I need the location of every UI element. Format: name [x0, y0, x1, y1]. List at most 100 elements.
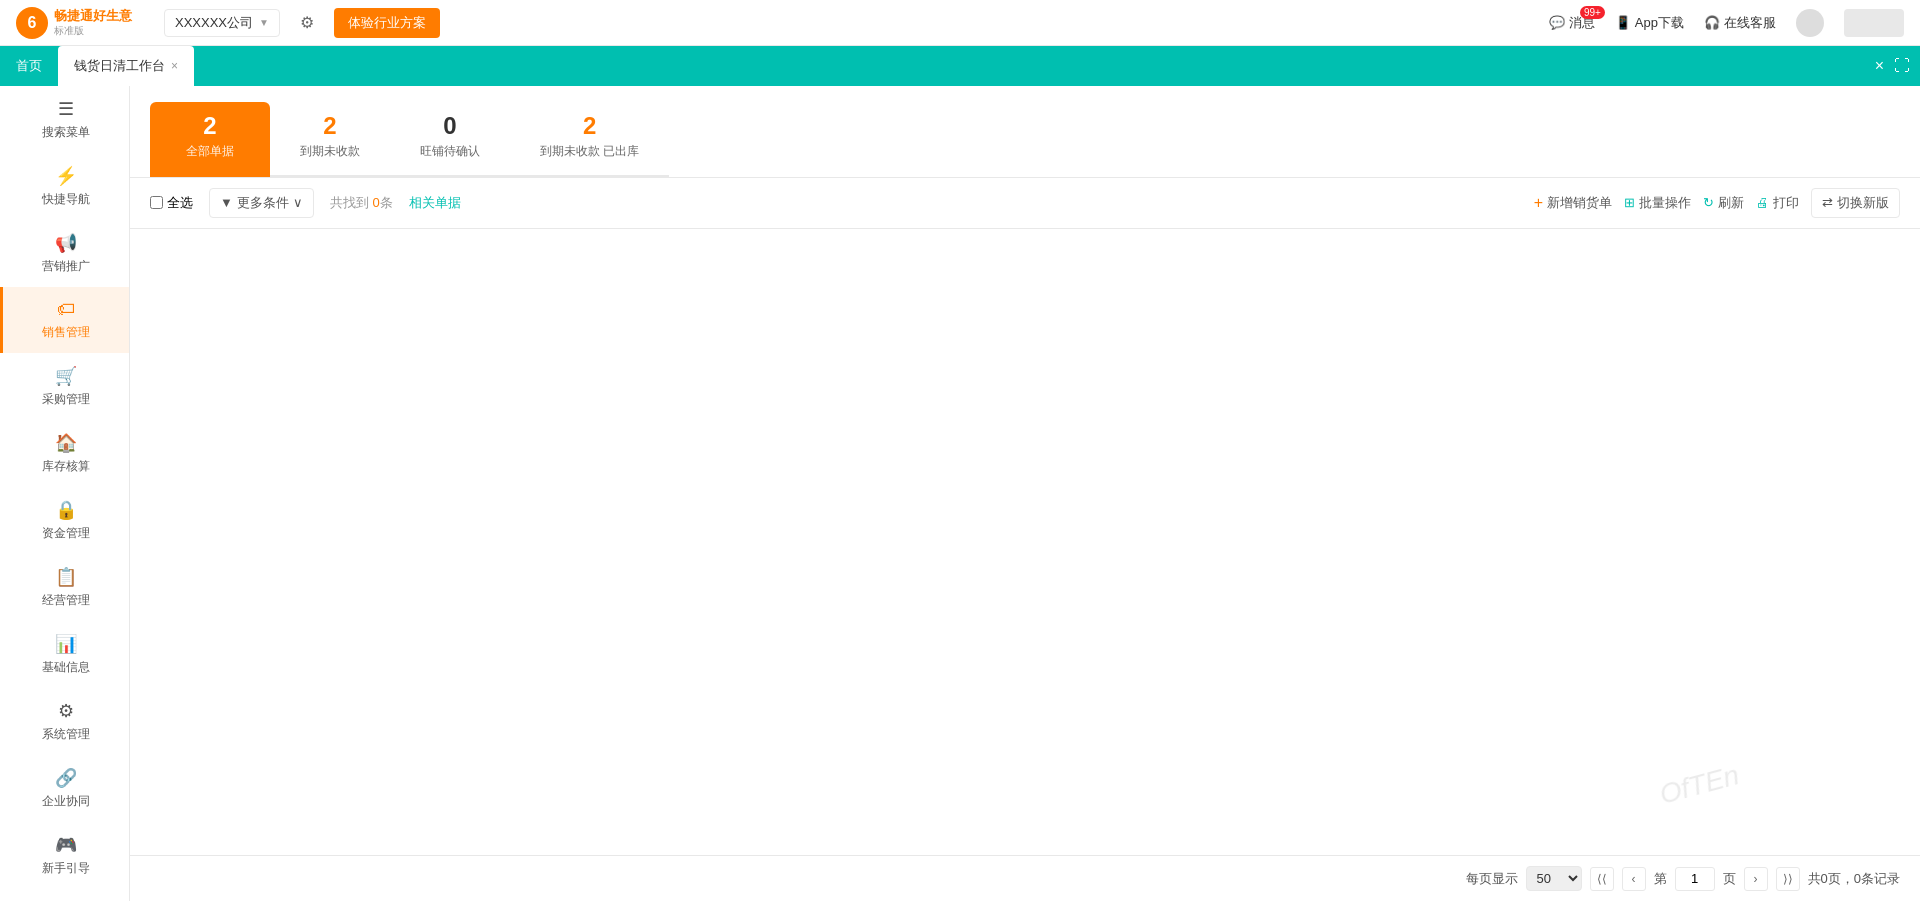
- page-suffix: 页: [1723, 870, 1736, 888]
- sidebar-item-operations[interactable]: 📋 经营管理: [0, 554, 129, 621]
- sidebar-item-marketing[interactable]: 📢 营销推广: [0, 220, 129, 287]
- sidebar-item-beginner[interactable]: 🎮 新手引导: [0, 822, 129, 889]
- tab-close-icon[interactable]: ×: [171, 59, 178, 73]
- sidebar-item-label: 库存核算: [42, 458, 90, 475]
- status-card-pending[interactable]: 0 旺铺待确认: [390, 102, 510, 177]
- service-icon: 🎧: [1704, 15, 1720, 30]
- filter-icon: ▼: [220, 195, 233, 210]
- user-area: [1844, 9, 1904, 37]
- sidebar-item-label: 销售管理: [42, 324, 90, 341]
- sidebar-item-sales[interactable]: 🏷 销售管理: [0, 287, 129, 353]
- download-icon: 📱: [1615, 15, 1631, 30]
- sidebar-item-inventory[interactable]: 🏠 库存核算: [0, 420, 129, 487]
- refresh-button[interactable]: ↻ 刷新: [1703, 194, 1744, 212]
- found-text: 共找到 0条: [330, 194, 393, 212]
- batch-icon: ⊞: [1624, 195, 1635, 210]
- table-area: [130, 229, 1920, 855]
- main-layout: ☰ 搜索菜单 ⚡ 快捷导航 📢 营销推广 🏷 销售管理 🛒 采购管理 🏠 库存核…: [0, 86, 1920, 901]
- basic-info-icon: 📊: [55, 633, 77, 655]
- message-badge: 99+: [1580, 6, 1605, 19]
- logo-sub: 标准版: [54, 24, 132, 37]
- header-left: 6 畅捷通好生意 标准版 XXXXXX公司 ▼ ⚙ 体验行业方案: [16, 7, 440, 39]
- first-page-button[interactable]: ⟨⟨: [1590, 867, 1614, 891]
- message-button[interactable]: 💬 消息 99+: [1549, 14, 1595, 32]
- tab-expand-button[interactable]: ⛶: [1894, 57, 1910, 75]
- per-page-label: 每页显示: [1466, 870, 1518, 888]
- status-count-overdue-shipped: 2: [540, 112, 639, 141]
- status-label-pending: 旺铺待确认: [420, 143, 480, 160]
- select-all-checkbox[interactable]: 全选: [150, 194, 193, 212]
- online-service-label: 在线客服: [1724, 14, 1776, 32]
- status-card-overdue[interactable]: 2 到期未收款: [270, 102, 390, 177]
- sidebar-item-quick-nav[interactable]: ⚡ 快捷导航: [0, 153, 129, 220]
- status-card-overdue-shipped[interactable]: 2 到期未收款 已出库: [510, 102, 669, 177]
- marketing-icon: 📢: [55, 232, 77, 254]
- select-all-input[interactable]: [150, 196, 163, 209]
- batch-button[interactable]: ⊞ 批量操作: [1624, 194, 1691, 212]
- sidebar-item-enterprise[interactable]: 🔗 企业协同: [0, 755, 129, 822]
- found-prefix: 共找到: [330, 195, 369, 210]
- company-selector[interactable]: XXXXXX公司 ▼: [164, 9, 280, 37]
- status-card-all[interactable]: 2 全部单据: [150, 102, 270, 177]
- switch-label: 切换新版: [1837, 194, 1889, 212]
- tab-home-label: 首页: [16, 57, 42, 75]
- page-input[interactable]: [1675, 867, 1715, 891]
- online-service-button[interactable]: 🎧 在线客服: [1704, 14, 1776, 32]
- inventory-icon: 🏠: [55, 432, 77, 454]
- sidebar-item-system[interactable]: ⚙ 系统管理: [0, 688, 129, 755]
- toolbar-right: + 新增销货单 ⊞ 批量操作 ↻ 刷新 🖨 打印 ⇄ 切换新版: [1534, 188, 1900, 218]
- next-page-button[interactable]: ›: [1744, 867, 1768, 891]
- enterprise-icon: 🔗: [55, 767, 77, 789]
- settings-button[interactable]: ⚙: [292, 8, 322, 38]
- tab-home[interactable]: 首页: [0, 46, 58, 86]
- tab-bar: 首页 钱货日清工作台 × × ⛶: [0, 46, 1920, 86]
- logo-text: 畅捷通好生意 标准版: [54, 8, 132, 38]
- refresh-label: 刷新: [1718, 194, 1744, 212]
- avatar[interactable]: [1796, 9, 1824, 37]
- logo-area: 6 畅捷通好生意 标准版: [16, 7, 132, 39]
- per-page-select[interactable]: 50 20 100: [1526, 866, 1582, 891]
- tab-daily-work-label: 钱货日清工作台: [74, 57, 165, 75]
- add-icon: +: [1534, 194, 1543, 212]
- found-count: 0: [373, 195, 380, 210]
- purchase-icon: 🛒: [55, 365, 77, 387]
- pagination-bar: 每页显示 50 20 100 ⟨⟨ ‹ 第 页 › ⟩⟩ 共0页，0条记录: [130, 855, 1920, 901]
- prev-page-button[interactable]: ‹: [1622, 867, 1646, 891]
- app-download-button[interactable]: 📱 App下载: [1615, 14, 1684, 32]
- top-header: 6 畅捷通好生意 标准版 XXXXXX公司 ▼ ⚙ 体验行业方案 💬 消息 99…: [0, 0, 1920, 46]
- status-label-all: 全部单据: [180, 143, 240, 160]
- sidebar-item-basic-info[interactable]: 📊 基础信息: [0, 621, 129, 688]
- sidebar-item-label: 基础信息: [42, 659, 90, 676]
- add-button[interactable]: + 新增销货单: [1534, 194, 1612, 212]
- sidebar-item-finance[interactable]: 🔒 资金管理: [0, 487, 129, 554]
- switch-button[interactable]: ⇄ 切换新版: [1811, 188, 1900, 218]
- experience-button[interactable]: 体验行业方案: [334, 8, 440, 38]
- tab-daily-work[interactable]: 钱货日清工作台 ×: [58, 46, 194, 86]
- sidebar-item-label: 采购管理: [42, 391, 90, 408]
- sidebar-item-label: 快捷导航: [42, 191, 90, 208]
- toolbar-left: 全选 ▼ 更多条件 ∨ 共找到 0条 相关单据: [150, 188, 1518, 218]
- beginner-icon: 🎮: [55, 834, 77, 856]
- print-label: 打印: [1773, 194, 1799, 212]
- found-unit: 条: [380, 195, 393, 210]
- filter-button[interactable]: ▼ 更多条件 ∨: [209, 188, 314, 218]
- logo-main: 畅捷通好生意: [54, 8, 132, 25]
- sidebar-item-label: 新手引导: [42, 860, 90, 877]
- filter-label: 更多条件: [237, 194, 289, 212]
- search-menu-icon: ☰: [58, 98, 74, 120]
- sidebar-item-purchase[interactable]: 🛒 采购管理: [0, 353, 129, 420]
- last-page-button[interactable]: ⟩⟩: [1776, 867, 1800, 891]
- related-link[interactable]: 相关单据: [409, 194, 461, 212]
- tab-close-all-button[interactable]: ×: [1875, 57, 1884, 75]
- total-label: 共0页，0条记录: [1808, 870, 1900, 888]
- sidebar-item-label: 企业协同: [42, 793, 90, 810]
- print-icon: 🖨: [1756, 195, 1769, 210]
- sidebar-item-search-menu[interactable]: ☰ 搜索菜单: [0, 86, 129, 153]
- sidebar-item-label: 搜索菜单: [42, 124, 90, 141]
- status-count-overdue: 2: [300, 112, 360, 141]
- status-label-overdue-shipped: 到期未收款 已出库: [540, 143, 639, 160]
- print-button[interactable]: 🖨 打印: [1756, 194, 1799, 212]
- page-label: 第: [1654, 870, 1667, 888]
- sidebar-item-label: 系统管理: [42, 726, 90, 743]
- sidebar-item-app-center[interactable]: 📦 应用中心: [0, 889, 129, 901]
